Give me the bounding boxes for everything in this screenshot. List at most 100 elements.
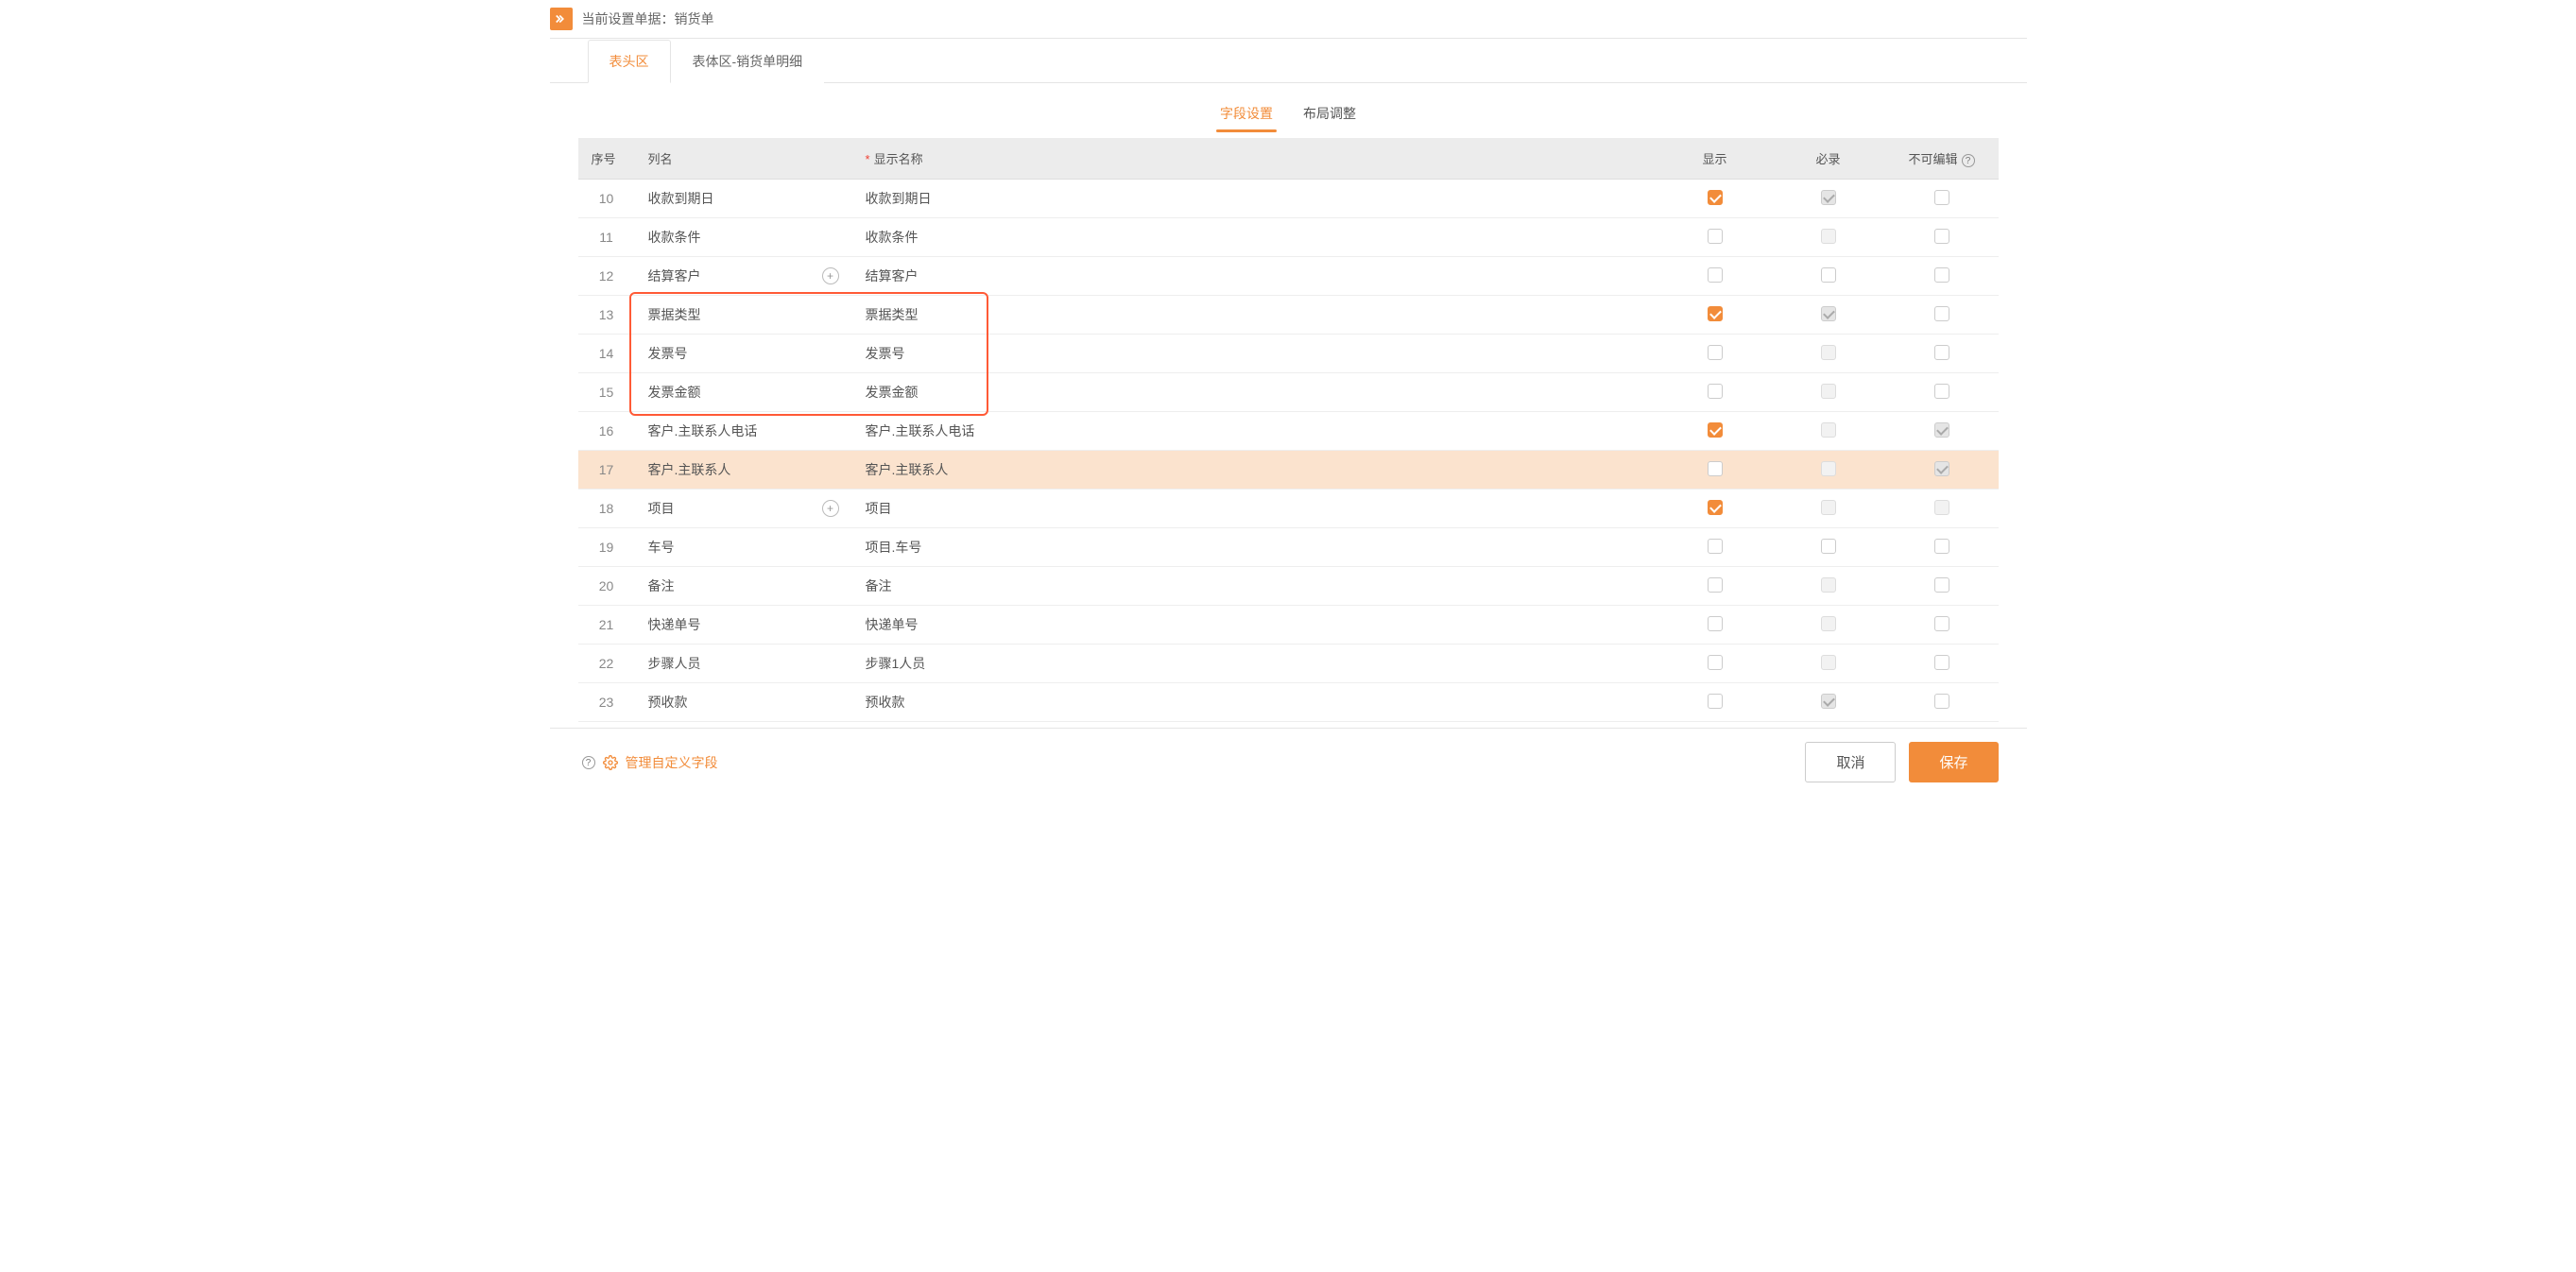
readonly-checkbox[interactable] bbox=[1934, 345, 1949, 360]
displayname-cell[interactable]: 收款到期日 bbox=[852, 180, 1658, 218]
displayname-cell[interactable]: 快递单号 bbox=[852, 606, 1658, 645]
readonly-checkbox[interactable] bbox=[1934, 190, 1949, 205]
required-checkbox bbox=[1821, 500, 1836, 515]
colname-cell: 发票号 bbox=[635, 335, 852, 373]
readonly-checkbox[interactable] bbox=[1934, 655, 1949, 670]
displayname-cell[interactable]: 发票号 bbox=[852, 335, 1658, 373]
colname-text: 快递单号 bbox=[648, 615, 701, 634]
save-button[interactable]: 保存 bbox=[1909, 742, 1998, 782]
tab-1[interactable]: 表体区-销货单明细 bbox=[671, 40, 825, 83]
show-checkbox[interactable] bbox=[1708, 577, 1723, 593]
show-checkbox[interactable] bbox=[1708, 190, 1723, 205]
displayname-cell[interactable]: 项目.车号 bbox=[852, 528, 1658, 567]
colname-text: 发票号 bbox=[648, 344, 688, 363]
show-checkbox[interactable] bbox=[1708, 655, 1723, 670]
seq-cell: 21 bbox=[578, 606, 635, 645]
required-checkbox bbox=[1821, 694, 1836, 709]
fields-table: 序号 列名 *显示名称 显示 必录 不可编辑? 10收款到期日收款到期日11收款… bbox=[578, 138, 1999, 722]
displayname-cell[interactable]: 收款条件 bbox=[852, 218, 1658, 257]
colname-cell: 客户.主联系人 bbox=[635, 451, 852, 490]
readonly-checkbox[interactable] bbox=[1934, 306, 1949, 321]
cancel-button[interactable]: 取消 bbox=[1805, 742, 1896, 782]
colname-text: 收款到期日 bbox=[648, 189, 714, 208]
expand-panel-button[interactable] bbox=[550, 8, 573, 30]
displayname-cell[interactable]: 项目 bbox=[852, 490, 1658, 528]
topbar: 当前设置单据：销货单 bbox=[550, 0, 2027, 39]
show-checkbox[interactable] bbox=[1708, 267, 1723, 283]
required-checkbox bbox=[1821, 190, 1836, 205]
displayname-cell[interactable]: 预收款 bbox=[852, 683, 1658, 722]
table-row: 21 快递单号 快递单号 bbox=[578, 606, 1999, 645]
show-checkbox[interactable] bbox=[1708, 229, 1723, 244]
tab-0[interactable]: 表头区 bbox=[588, 40, 671, 83]
colname-cell: 车号 bbox=[635, 528, 852, 567]
colname-cell: 步骤人员 bbox=[635, 645, 852, 683]
readonly-checkbox[interactable] bbox=[1934, 384, 1949, 399]
add-subfield-icon[interactable]: + bbox=[822, 500, 839, 517]
subtab-1[interactable]: 布局调整 bbox=[1299, 98, 1360, 132]
displayname-cell[interactable]: 步骤1人员 bbox=[852, 645, 1658, 683]
readonly-checkbox[interactable] bbox=[1934, 539, 1949, 554]
subtab-0[interactable]: 字段设置 bbox=[1216, 98, 1277, 132]
show-checkbox[interactable] bbox=[1708, 539, 1723, 554]
manage-custom-fields-link[interactable]: 管理自定义字段 bbox=[626, 753, 718, 772]
show-checkbox[interactable] bbox=[1708, 384, 1723, 399]
required-checkbox bbox=[1821, 345, 1836, 360]
table-row: 20备注备注 bbox=[578, 567, 1999, 606]
seq-cell: 22 bbox=[578, 645, 635, 683]
readonly-checkbox bbox=[1934, 461, 1949, 476]
readonly-checkbox[interactable] bbox=[1934, 616, 1949, 631]
colname-text: 结算客户 bbox=[648, 266, 701, 285]
displayname-cell[interactable]: 票据类型 bbox=[852, 296, 1658, 335]
help-icon[interactable]: ? bbox=[582, 756, 595, 769]
th-readonly: 不可编辑? bbox=[1885, 138, 1999, 180]
show-checkbox[interactable] bbox=[1708, 616, 1723, 631]
displayname-cell[interactable]: 结算客户 bbox=[852, 257, 1658, 296]
help-icon[interactable]: ? bbox=[1962, 154, 1975, 167]
displayname-cell[interactable]: 发票金额 bbox=[852, 373, 1658, 412]
colname-cell: 发票金额 bbox=[635, 373, 852, 412]
seq-cell: 19 bbox=[578, 528, 635, 567]
readonly-checkbox[interactable] bbox=[1934, 577, 1949, 593]
colname-text: 客户.主联系人 bbox=[648, 460, 731, 479]
table-row: 19车号项目.车号 bbox=[578, 528, 1999, 567]
th-show: 显示 bbox=[1658, 138, 1772, 180]
colname-cell: 快递单号 bbox=[635, 606, 852, 645]
gear-icon bbox=[603, 755, 618, 770]
add-subfield-icon[interactable]: + bbox=[822, 267, 839, 284]
seq-cell: 12 bbox=[578, 257, 635, 296]
readonly-checkbox[interactable] bbox=[1934, 267, 1949, 283]
show-checkbox[interactable] bbox=[1708, 306, 1723, 321]
th-required: 必录 bbox=[1772, 138, 1885, 180]
table-row: 23预收款预收款 bbox=[578, 683, 1999, 722]
table-row: 17 客户.主联系人 客户.主联系人 bbox=[578, 451, 1999, 490]
seq-cell: 10 bbox=[578, 180, 635, 218]
colname-cell: 预收款 bbox=[635, 683, 852, 722]
show-checkbox[interactable] bbox=[1708, 461, 1723, 476]
table-row: 18 项目 + 项目 bbox=[578, 490, 1999, 528]
colname-text: 收款条件 bbox=[648, 228, 701, 247]
readonly-checkbox[interactable] bbox=[1934, 229, 1949, 244]
displayname-cell[interactable]: 客户.主联系人 bbox=[852, 451, 1658, 490]
required-checkbox bbox=[1821, 616, 1836, 631]
show-checkbox[interactable] bbox=[1708, 694, 1723, 709]
required-checkbox[interactable] bbox=[1821, 539, 1836, 554]
displayname-cell[interactable]: 客户.主联系人电话 bbox=[852, 412, 1658, 451]
show-checkbox[interactable] bbox=[1708, 500, 1723, 515]
show-checkbox[interactable] bbox=[1708, 422, 1723, 438]
table-row: 10 收款到期日 收款到期日 bbox=[578, 180, 1999, 218]
seq-cell: 13 bbox=[578, 296, 635, 335]
required-checkbox[interactable] bbox=[1821, 267, 1836, 283]
displayname-cell[interactable]: 备注 bbox=[852, 567, 1658, 606]
required-checkbox bbox=[1821, 306, 1836, 321]
seq-cell: 20 bbox=[578, 567, 635, 606]
th-seq: 序号 bbox=[578, 138, 635, 180]
seq-cell: 17 bbox=[578, 451, 635, 490]
seq-cell: 18 bbox=[578, 490, 635, 528]
required-checkbox bbox=[1821, 655, 1836, 670]
show-checkbox[interactable] bbox=[1708, 345, 1723, 360]
colname-cell: 收款条件 bbox=[635, 218, 852, 257]
readonly-checkbox[interactable] bbox=[1934, 694, 1949, 709]
seq-cell: 23 bbox=[578, 683, 635, 722]
colname-text: 项目 bbox=[648, 499, 675, 518]
